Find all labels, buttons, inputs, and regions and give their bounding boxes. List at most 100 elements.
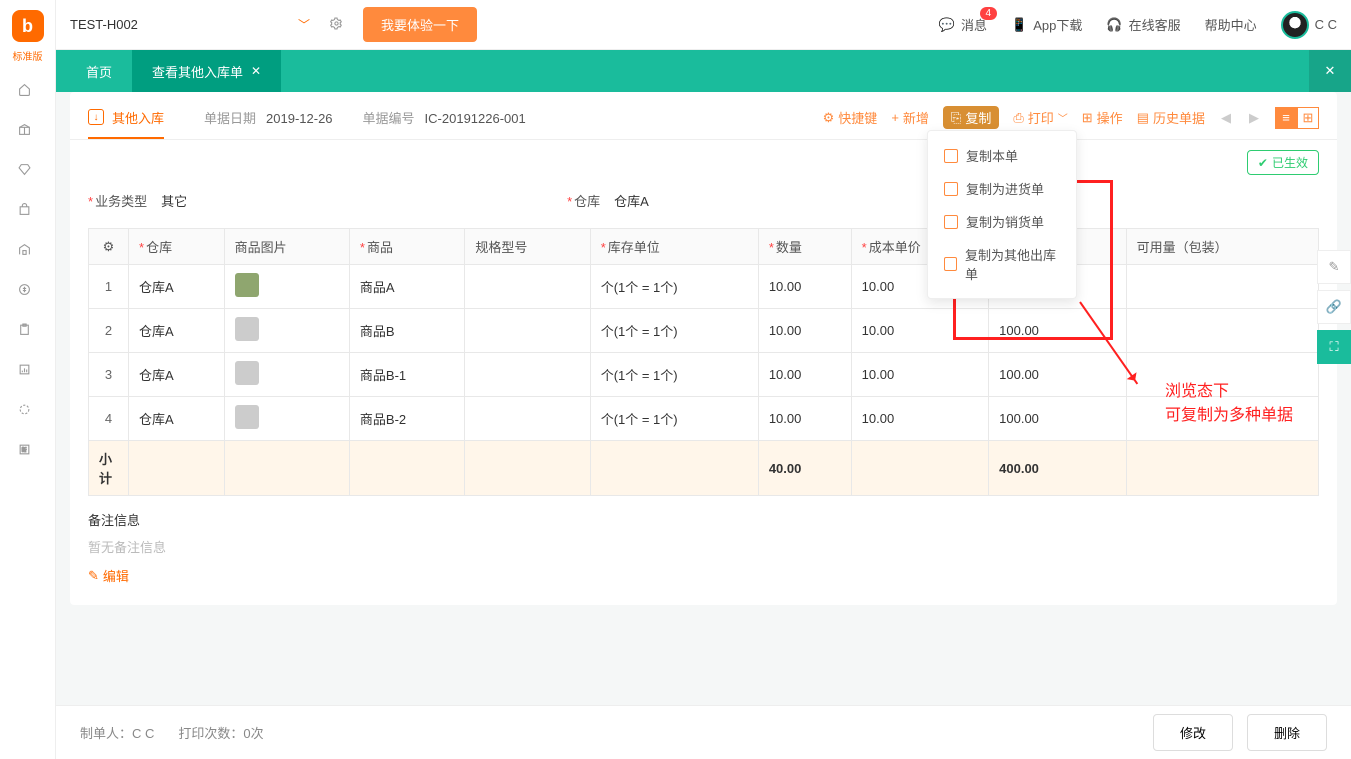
rail-note[interactable]: ✎: [1317, 250, 1351, 284]
table-row[interactable]: 3 仓库A 商品B-1 个(1个 = 1个) 10.00 10.00 100.0…: [89, 353, 1319, 397]
status-text: 已生效: [1272, 154, 1308, 171]
customer-service-link[interactable]: 🎧 在线客服: [1106, 15, 1180, 34]
copy-icon: ⎘: [951, 110, 961, 126]
view-grid[interactable]: ⊞: [1297, 107, 1319, 129]
cell-unit: 个(1个 = 1个): [590, 353, 758, 397]
tab-current[interactable]: 查看其他入库单✕: [132, 50, 281, 92]
cell-avail: [1126, 309, 1318, 353]
cell-avail: [1126, 397, 1318, 441]
topbar-right: 💬 消息 4 📱App下载 🎧 在线客服 帮助中心 C C: [939, 11, 1337, 39]
subtotal-label: 小计: [89, 441, 129, 496]
cell-img: [224, 397, 349, 441]
nav-gift-icon[interactable]: [18, 123, 38, 143]
nav-clipboard-icon[interactable]: [18, 323, 38, 343]
print-count-label: 打印次数：: [178, 726, 243, 741]
page-tabs: 首页 查看其他入库单✕ ✕: [56, 50, 1351, 92]
date-value: 2019-12-26: [266, 111, 333, 126]
rail-expand[interactable]: ⛶: [1317, 330, 1351, 364]
table-wrap: ⚙ *仓库 商品图片 *商品 规格型号 *库存单位 *数量 *成本单价 *成本金…: [70, 228, 1337, 496]
modify-button[interactable]: 修改: [1153, 714, 1233, 751]
dd-copy-sales-label: 复制为销货单: [966, 212, 1044, 231]
nav-diamond-icon[interactable]: [18, 163, 38, 183]
print-count-value: 0次: [243, 726, 263, 741]
tab-close-icon[interactable]: ✕: [251, 64, 261, 78]
copy-action[interactable]: ⎘复制: [943, 106, 999, 129]
code-label: 单据编号: [363, 111, 415, 126]
chevron-down-icon: ﹀: [1058, 110, 1068, 125]
ops-action[interactable]: ⊞操作: [1082, 108, 1123, 127]
settings-icon[interactable]: [330, 17, 343, 33]
nav-report-icon[interactable]: [18, 363, 38, 383]
table-row[interactable]: 4 仓库A 商品B-2 个(1个 = 1个) 10.00 10.00 100.0…: [89, 397, 1319, 441]
col-config[interactable]: ⚙: [89, 229, 129, 265]
rail-link[interactable]: 🔗: [1317, 290, 1351, 324]
nav-money-icon[interactable]: [18, 283, 38, 303]
cell-product: 商品B-1: [349, 353, 464, 397]
cell-qty: 10.00: [758, 397, 851, 441]
tab-home[interactable]: 首页: [66, 50, 132, 92]
close-all-tabs[interactable]: ✕: [1309, 50, 1351, 92]
cell-img: [224, 353, 349, 397]
chevron-down-icon: ﹀: [298, 16, 310, 33]
copy-icon: [944, 149, 958, 163]
grid-icon: ⊞: [1082, 110, 1093, 126]
org-selector[interactable]: TEST-H002 ﹀: [70, 16, 330, 33]
row-index: 2: [89, 309, 129, 353]
dd-copy-other-out-label: 复制为其他出库单: [965, 245, 1060, 283]
next-doc[interactable]: ▶: [1247, 110, 1261, 126]
dd-copy-sales[interactable]: 复制为销货单: [928, 205, 1076, 238]
dd-copy-other-out[interactable]: 复制为其他出库单: [928, 238, 1076, 290]
dd-copy-purchase[interactable]: 复制为进货单: [928, 172, 1076, 205]
new-action[interactable]: +新增: [891, 108, 929, 127]
cell-spec: [465, 309, 590, 353]
nav-bag-icon[interactable]: [18, 203, 38, 223]
main: TEST-H002 ﹀ 我要体验一下 💬 消息 4 📱App下载 🎧 在线客服 帮…: [56, 0, 1351, 759]
nav-new-icon[interactable]: 新: [18, 443, 38, 463]
history-label: 历史单据: [1153, 108, 1205, 127]
status-badge: ✔ 已生效: [1247, 150, 1319, 175]
sidebar: b 标准版 新: [0, 0, 56, 759]
subtotal-row: 小计 40.00 400.00: [89, 441, 1319, 496]
history-action[interactable]: ▤历史单据: [1137, 108, 1205, 127]
service-label: 在线客服: [1129, 15, 1181, 34]
cell-wh: 仓库A: [129, 265, 225, 309]
headset-icon: 🎧: [1106, 17, 1122, 33]
delete-button[interactable]: 删除: [1247, 714, 1327, 751]
cell-qty: 10.00: [758, 309, 851, 353]
edit-remark[interactable]: ✎编辑: [88, 566, 1319, 585]
trial-button[interactable]: 我要体验一下: [363, 7, 477, 42]
sales-icon: [944, 215, 958, 229]
right-rail: ✎ 🔗 ⛶: [1317, 250, 1351, 364]
table-row[interactable]: 2 仓库A 商品B 个(1个 = 1个) 10.00 10.00 100.00: [89, 309, 1319, 353]
user-menu[interactable]: C C: [1281, 11, 1337, 39]
messages-link[interactable]: 💬 消息 4: [939, 15, 987, 34]
print-icon: ⎙: [1013, 110, 1023, 126]
nav-sync-icon[interactable]: [18, 403, 38, 423]
check-icon: ✔: [1258, 156, 1268, 170]
nav-warehouse-icon[interactable]: [18, 243, 38, 263]
status-row: ✔ 已生效: [70, 140, 1337, 185]
nav-home-icon[interactable]: [18, 83, 38, 103]
app-download-link[interactable]: 📱App下载: [1011, 15, 1082, 34]
doc-meta: 单据日期2019-12-26 单据编号IC-20191226-001: [204, 108, 526, 127]
date-label: 单据日期: [204, 111, 256, 126]
brand-logo: b: [12, 10, 44, 42]
doc-tab[interactable]: ↓ 其他入库: [88, 108, 164, 139]
cell-spec: [465, 353, 590, 397]
shortcut-action[interactable]: ⚙快捷键: [823, 108, 878, 127]
dd-copy-this-label: 复制本单: [966, 146, 1018, 165]
edit-icon: ✎: [88, 568, 99, 584]
help-center-link[interactable]: 帮助中心: [1205, 15, 1257, 34]
view-toggle: ≡ ⊞: [1275, 107, 1319, 129]
cell-product: 商品B-2: [349, 397, 464, 441]
col-spec: 规格型号: [465, 229, 590, 265]
creator-label: 制单人：: [80, 726, 132, 741]
print-action[interactable]: ⎙打印﹀: [1013, 108, 1067, 127]
dd-copy-this[interactable]: 复制本单: [928, 139, 1076, 172]
user-name: C C: [1315, 17, 1337, 32]
view-list[interactable]: ≡: [1275, 107, 1297, 129]
table-row[interactable]: 1 仓库A 商品A 个(1个 = 1个) 10.00 10.00 100.00: [89, 265, 1319, 309]
footer: 制单人：C C 打印次数：0次 修改 删除: [56, 705, 1351, 759]
prev-doc[interactable]: ◀: [1219, 110, 1233, 126]
messages-badge: 4: [980, 7, 998, 20]
